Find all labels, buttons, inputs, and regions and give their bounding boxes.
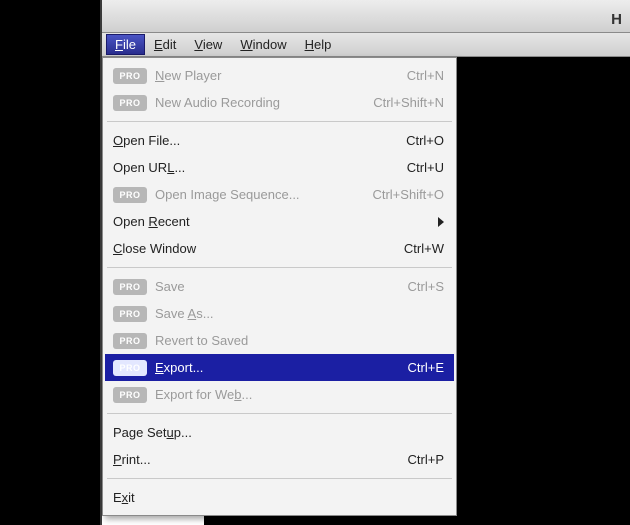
menu-edit[interactable]: Edit <box>145 34 185 55</box>
window-title: H <box>611 11 622 28</box>
shortcut-label: Ctrl+N <box>407 68 444 83</box>
shortcut-label: Ctrl+Shift+O <box>372 187 444 202</box>
menu-item-page-setup[interactable]: Page Setup... <box>105 419 454 446</box>
menu-separator <box>107 413 452 414</box>
window-titlebar: H <box>102 0 630 33</box>
menu-separator <box>107 267 452 268</box>
pro-badge-icon: PRO <box>113 187 147 203</box>
menu-item-revert-to-saved: PRO Revert to Saved <box>105 327 454 354</box>
pro-badge-icon: PRO <box>113 68 147 84</box>
menu-help[interactable]: Help <box>296 34 341 55</box>
shortcut-label: Ctrl+U <box>407 160 444 175</box>
pro-badge-icon: PRO <box>113 333 147 349</box>
menu-item-close-window[interactable]: Close Window Ctrl+W <box>105 235 454 262</box>
menu-separator <box>107 478 452 479</box>
menu-item-export-for-web: PRO Export for Web... <box>105 381 454 408</box>
menu-separator <box>107 121 452 122</box>
shortcut-label: Ctrl+P <box>408 452 444 467</box>
shortcut-label: Ctrl+O <box>406 133 444 148</box>
menu-item-open-url[interactable]: Open URL... Ctrl+U <box>105 154 454 181</box>
menubar: File Edit View Window Help <box>102 33 630 57</box>
shortcut-label: Ctrl+W <box>404 241 444 256</box>
file-menu-dropdown: PRO New Player Ctrl+N PRO New Audio Reco… <box>102 57 457 516</box>
left-black-panel <box>0 0 100 525</box>
shortcut-label: Ctrl+S <box>408 279 444 294</box>
menu-item-open-recent[interactable]: Open Recent <box>105 208 454 235</box>
menu-item-save: PRO Save Ctrl+S <box>105 273 454 300</box>
menu-file[interactable]: File <box>106 34 145 55</box>
pro-badge-icon: PRO <box>113 95 147 111</box>
menu-item-export[interactable]: PRO Export... Ctrl+E <box>105 354 454 381</box>
menu-item-open-image-sequence: PRO Open Image Sequence... Ctrl+Shift+O <box>105 181 454 208</box>
menu-item-save-as: PRO Save As... <box>105 300 454 327</box>
shortcut-label: Ctrl+E <box>408 360 444 375</box>
menu-window[interactable]: Window <box>231 34 295 55</box>
menu-item-print[interactable]: Print... Ctrl+P <box>105 446 454 473</box>
menu-item-open-file[interactable]: Open File... Ctrl+O <box>105 127 454 154</box>
menu-item-new-audio-recording: PRO New Audio Recording Ctrl+Shift+N <box>105 89 454 116</box>
pro-badge-icon: PRO <box>113 306 147 322</box>
menu-item-exit[interactable]: Exit <box>105 484 454 511</box>
pro-badge-icon: PRO <box>113 387 147 403</box>
shortcut-label: Ctrl+Shift+N <box>373 95 444 110</box>
pro-badge-icon: PRO <box>113 279 147 295</box>
pro-badge-icon: PRO <box>113 360 147 376</box>
menu-view[interactable]: View <box>185 34 231 55</box>
submenu-arrow-icon <box>438 217 444 227</box>
menu-item-new-player: PRO New Player Ctrl+N <box>105 62 454 89</box>
